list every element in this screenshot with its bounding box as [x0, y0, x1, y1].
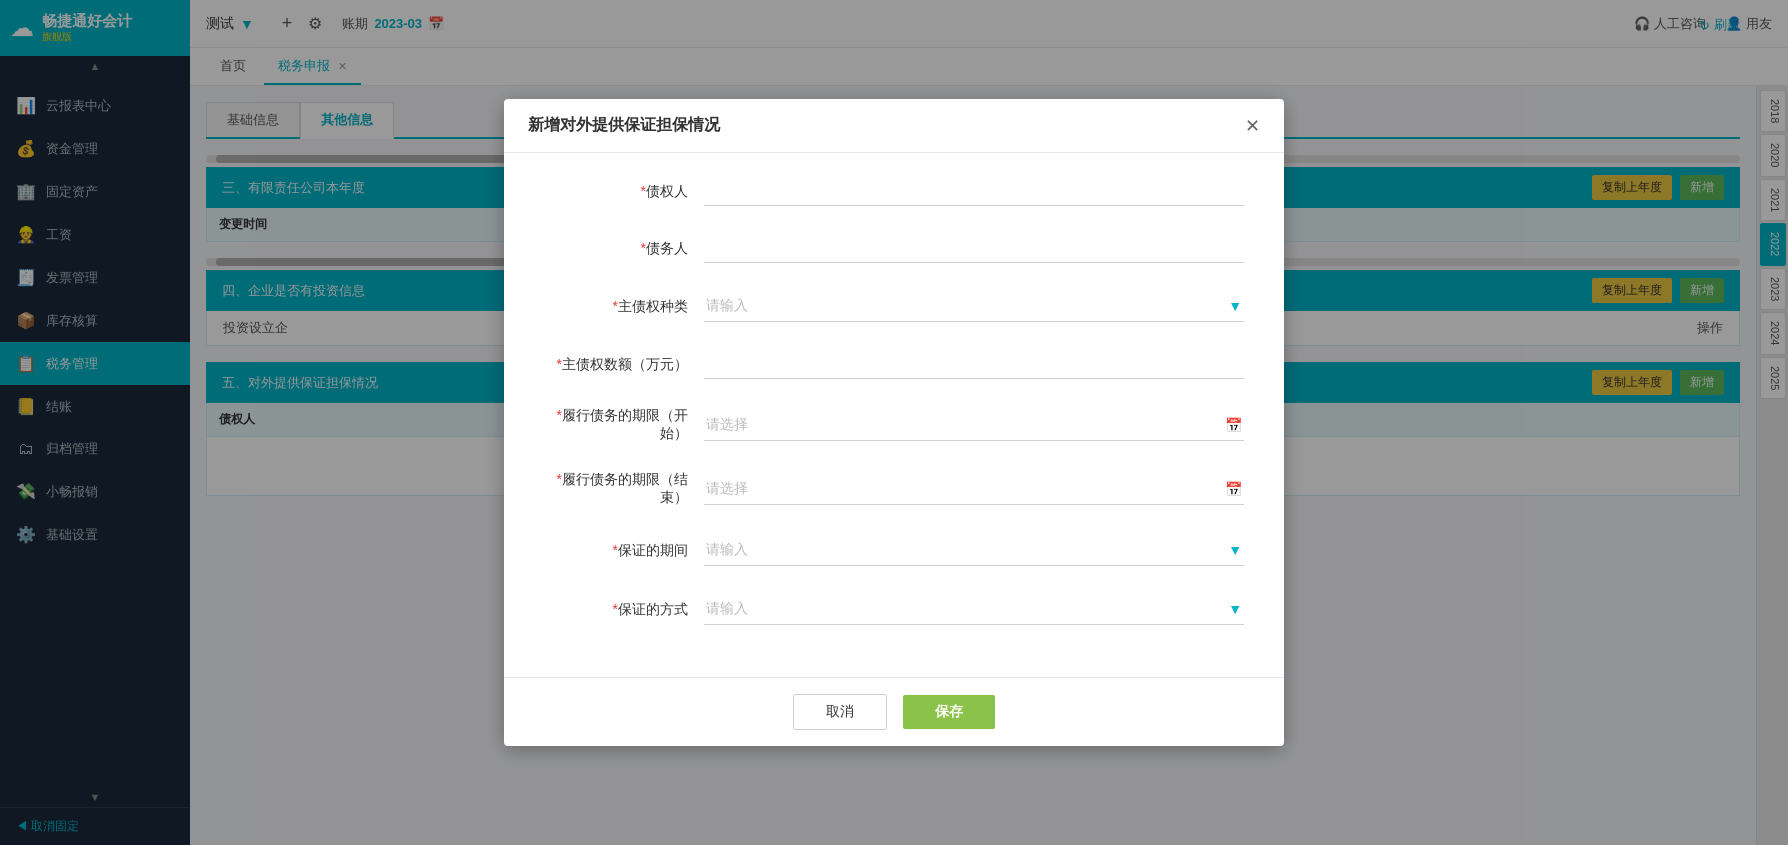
creditor-label-text: 债权人: [646, 183, 688, 199]
debt-type-input-wrap[interactable]: 请输入 ▼: [704, 291, 1244, 322]
field-debt-type-label: *主债权种类: [544, 298, 704, 316]
field-guarantee-period-label: *保证的期间: [544, 542, 704, 560]
end-date-placeholder: 请选择: [706, 480, 748, 498]
debt-type-placeholder: 请输入: [706, 297, 748, 315]
guarantee-period-select[interactable]: 请输入 ▼: [704, 535, 1244, 566]
guarantee-period-placeholder: 请输入: [706, 541, 748, 559]
creditor-input[interactable]: [704, 177, 1244, 206]
debtor-label-text: 债务人: [646, 240, 688, 256]
end-date-label-text: 履行债务的期限（结束）: [562, 471, 688, 505]
guarantee-method-select[interactable]: 请输入 ▼: [704, 594, 1244, 625]
debt-type-select[interactable]: 请输入 ▼: [704, 291, 1244, 322]
modal-header: 新增对外提供保证担保情况 ✕: [504, 99, 1284, 153]
start-date-placeholder: 请选择: [706, 416, 748, 434]
start-date-picker[interactable]: 请选择 📅: [704, 410, 1244, 441]
start-date-calendar-icon: 📅: [1225, 417, 1242, 433]
save-button[interactable]: 保存: [903, 695, 995, 729]
field-start-date-label: *履行债务的期限（开始）: [544, 407, 704, 443]
field-guarantee-method: *保证的方式 请输入 ▼: [544, 594, 1244, 625]
end-date-calendar-icon: 📅: [1225, 481, 1242, 497]
modal-title: 新增对外提供保证担保情况: [528, 115, 720, 136]
field-guarantee-period: *保证的期间 请输入 ▼: [544, 535, 1244, 566]
field-end-date: *履行债务的期限（结束） 请选择 📅: [544, 471, 1244, 507]
end-date-input-wrap[interactable]: 请选择 📅: [704, 474, 1244, 505]
modal-close-button[interactable]: ✕: [1245, 117, 1260, 135]
cancel-button[interactable]: 取消: [793, 694, 887, 730]
field-start-date: *履行债务的期限（开始） 请选择 📅: [544, 407, 1244, 443]
field-debtor: *债务人: [544, 234, 1244, 263]
field-end-date-label: *履行债务的期限（结束）: [544, 471, 704, 507]
guarantee-method-placeholder: 请输入: [706, 600, 748, 618]
debt-amount-label-text: 主债权数额（万元）: [562, 356, 688, 372]
end-date-picker[interactable]: 请选择 📅: [704, 474, 1244, 505]
debt-amount-input-wrap: [704, 350, 1244, 379]
guarantee-period-input-wrap[interactable]: 请输入 ▼: [704, 535, 1244, 566]
guarantee-method-input-wrap[interactable]: 请输入 ▼: [704, 594, 1244, 625]
modal-footer: 取消 保存: [504, 677, 1284, 746]
debtor-input-wrap: [704, 234, 1244, 263]
creditor-input-wrap: [704, 177, 1244, 206]
guarantee-method-label-text: 保证的方式: [618, 601, 688, 617]
field-creditor-label: *债权人: [544, 183, 704, 201]
modal: 新增对外提供保证担保情况 ✕ *债权人 *债务人: [504, 99, 1284, 746]
debt-amount-input[interactable]: [704, 350, 1244, 379]
modal-body: *债权人 *债务人 *主债权种类: [504, 153, 1284, 677]
debt-type-label-text: 主债权种类: [618, 298, 688, 314]
field-guarantee-method-label: *保证的方式: [544, 601, 704, 619]
start-date-input-wrap[interactable]: 请选择 📅: [704, 410, 1244, 441]
field-debt-amount-label: *主债权数额（万元）: [544, 356, 704, 374]
guarantee-period-label-text: 保证的期间: [618, 542, 688, 558]
field-creditor: *债权人: [544, 177, 1244, 206]
start-date-label-text: 履行债务的期限（开始）: [562, 407, 688, 441]
guarantee-period-chevron: ▼: [1228, 542, 1242, 558]
field-debt-amount: *主债权数额（万元）: [544, 350, 1244, 379]
field-debt-type: *主债权种类 请输入 ▼: [544, 291, 1244, 322]
field-debtor-label: *债务人: [544, 240, 704, 258]
modal-overlay: 新增对外提供保证担保情况 ✕ *债权人 *债务人: [0, 0, 1788, 845]
debt-type-chevron: ▼: [1228, 298, 1242, 314]
debtor-input[interactable]: [704, 234, 1244, 263]
guarantee-method-chevron: ▼: [1228, 601, 1242, 617]
